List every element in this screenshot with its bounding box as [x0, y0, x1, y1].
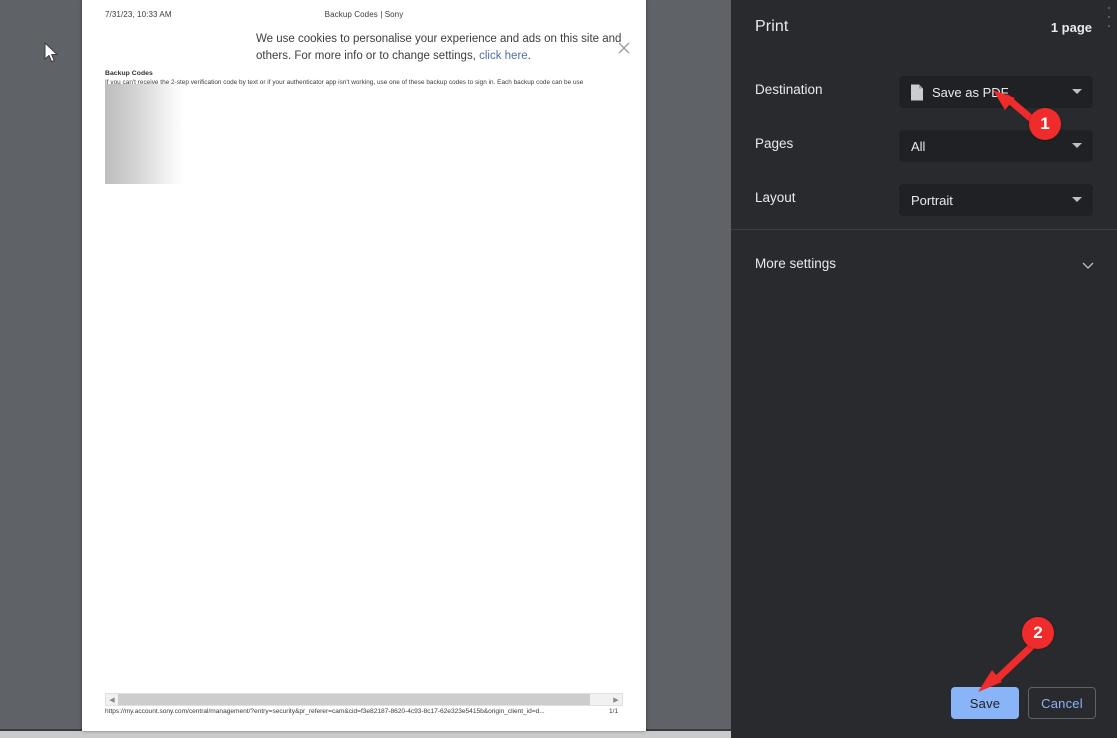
pages-control[interactable]: All [899, 130, 1093, 162]
more-settings-toggle[interactable]: More settings [731, 248, 1117, 284]
destination-label: Destination [755, 82, 823, 97]
page-title: Print [755, 18, 788, 36]
chevron-left-icon[interactable]: ◀ [106, 694, 118, 705]
chevron-down-icon[interactable] [1072, 197, 1082, 202]
print-footer-url: https://my.account.sony.com/central/mana… [105, 708, 603, 715]
print-settings-list: Destination Save as PDF Pages All Layout… [731, 58, 1117, 230]
annotation-badge-1: 1 [1029, 108, 1061, 140]
chevron-down-icon[interactable] [1072, 143, 1082, 148]
print-preview-page: 7/31/23, 10:33 AM Backup Codes | Sony We… [82, 0, 646, 731]
print-footer-page-indicator: 1/1 [609, 708, 618, 715]
scrollbar-thumb[interactable] [118, 694, 590, 705]
destination-value: Save as PDF [932, 85, 1009, 100]
print-dialog-actions: Save Cancel [731, 687, 1117, 721]
preview-horizontal-scrollbar[interactable]: ◀ ▶ [105, 693, 623, 706]
chevron-down-icon[interactable] [1072, 89, 1082, 94]
backup-codes-placeholder-block [105, 84, 183, 184]
chevron-right-icon[interactable]: ▶ [610, 694, 622, 705]
print-page-title: Backup Codes | Sony [82, 10, 646, 19]
scrollbar-track[interactable] [118, 694, 610, 705]
setting-row-layout: Layout Portrait [731, 184, 1117, 216]
layout-control[interactable]: Portrait [899, 184, 1093, 216]
save-button[interactable]: Save [951, 687, 1019, 719]
backup-codes-section: Backup Codes If you can't receive the 2-… [105, 69, 635, 87]
backup-codes-description: If you can't receive the 2-step verifica… [105, 78, 630, 87]
mouse-cursor [44, 42, 60, 64]
cookie-text-lead: We use cookies to personalise your exper… [256, 33, 621, 62]
kebab-menu-icon[interactable] [1103, 4, 1115, 30]
cookie-banner-text: We use cookies to personalise your exper… [256, 31, 646, 65]
pdf-document-icon [910, 84, 924, 101]
annotation-badge-2: 2 [1022, 617, 1054, 649]
backup-codes-heading: Backup Codes [105, 69, 635, 78]
pages-label: Pages [755, 136, 793, 151]
setting-row-pages: Pages All [731, 130, 1117, 162]
cookie-policy-link[interactable]: click here [479, 50, 528, 62]
chevron-down-icon[interactable] [1081, 258, 1095, 272]
close-icon[interactable] [614, 38, 634, 58]
cookie-consent-banner: We use cookies to personalise your exper… [105, 31, 625, 67]
print-dialog-header: Print 1 page [731, 0, 1117, 58]
cookie-text-tail: . [528, 50, 531, 62]
more-settings-label: More settings [755, 256, 836, 271]
page-print-header: 7/31/23, 10:33 AM Backup Codes | Sony [82, 10, 646, 24]
cancel-button[interactable]: Cancel [1028, 687, 1096, 719]
pages-value: All [911, 139, 925, 154]
page-count-label: 1 page [1051, 20, 1092, 35]
destination-control[interactable]: Save as PDF [899, 76, 1093, 108]
layout-label: Layout [755, 190, 796, 205]
layout-value: Portrait [911, 193, 953, 208]
settings-divider [731, 229, 1117, 230]
setting-row-destination: Destination Save as PDF [731, 76, 1117, 108]
print-dialog-panel: Print 1 page Destination Save as PDF Pag… [731, 0, 1117, 738]
